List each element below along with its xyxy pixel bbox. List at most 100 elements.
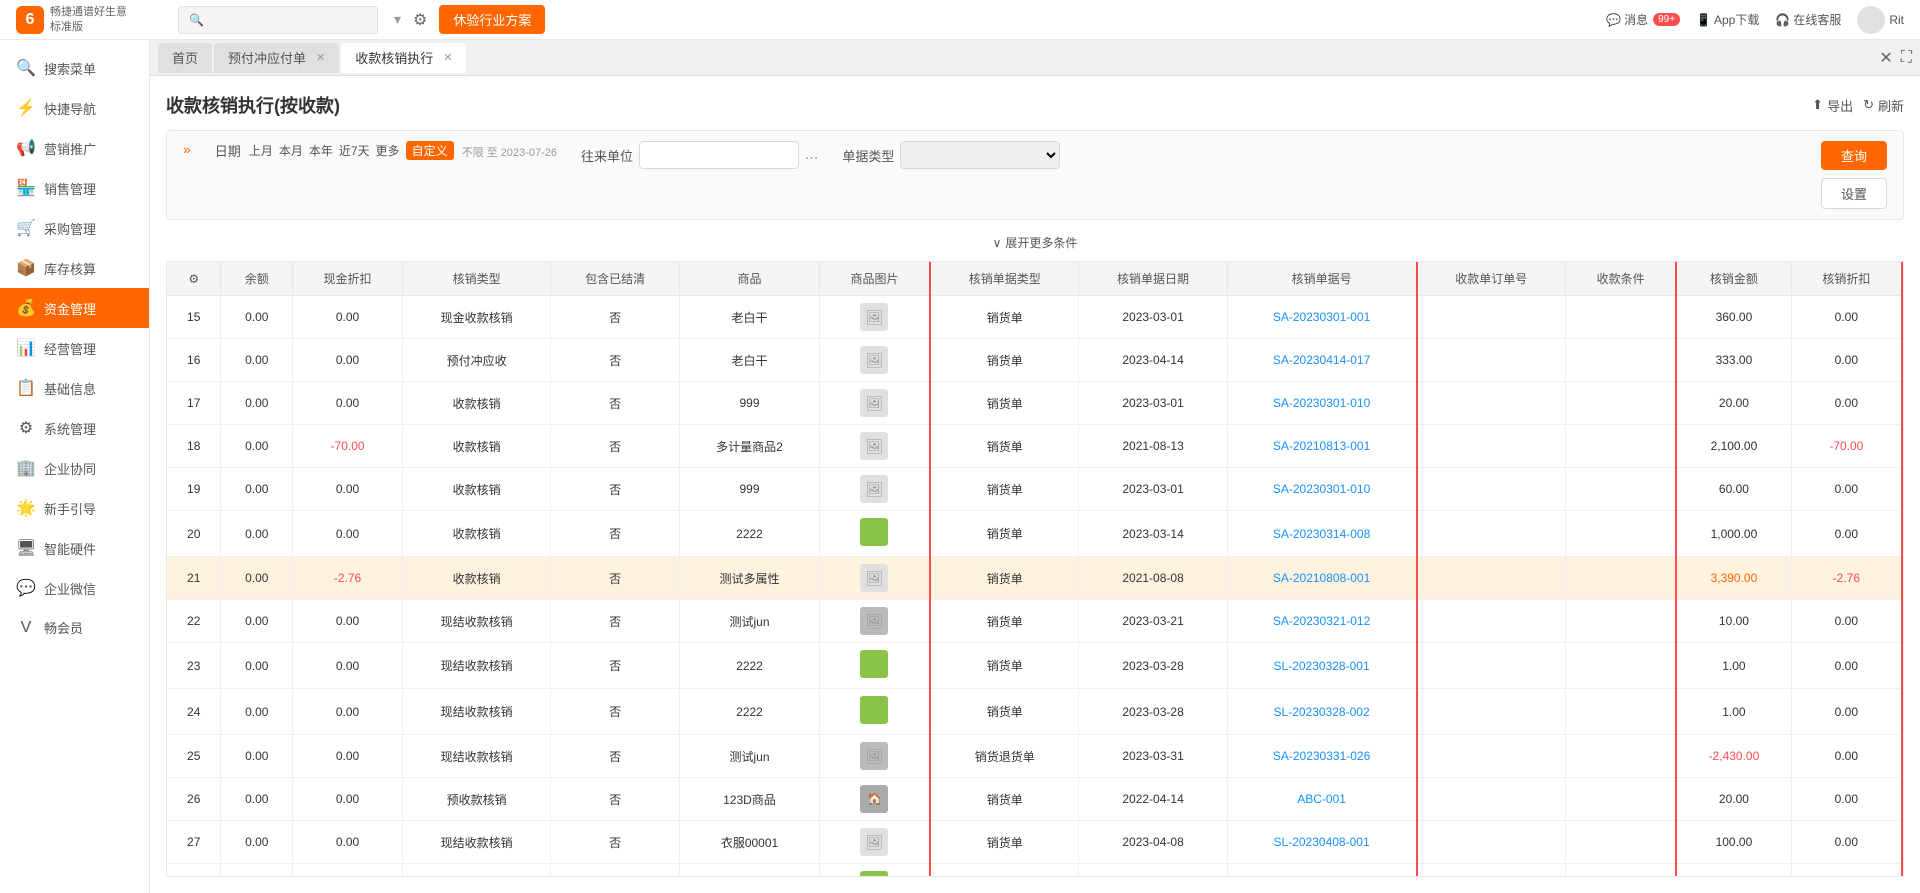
cell-9[interactable]: SA-20230301-010	[1227, 468, 1416, 511]
cell-3: 收款核销	[403, 468, 551, 511]
sidebar-item-operation[interactable]: 📊经营管理	[0, 328, 149, 368]
app-download-link[interactable]: 📱 App下载	[1696, 11, 1759, 28]
sidebar-item-system[interactable]: ⚙系统管理	[0, 408, 149, 448]
cell-4: 否	[551, 339, 680, 382]
doc-no-link[interactable]: SA-20230301-010	[1273, 482, 1370, 496]
industry-button[interactable]: 休验行业方案	[439, 5, 545, 34]
date-more[interactable]: 更多	[376, 142, 400, 159]
doc-no-link[interactable]: SL-20230408-001	[1274, 835, 1370, 849]
sidebar-item-shortcut[interactable]: ⚡快捷导航	[0, 88, 149, 128]
cell-9[interactable]: SA-20230314-008	[1227, 511, 1416, 557]
cell-1: 0.00	[221, 296, 293, 339]
cell-9[interactable]: SA-20210813-001	[1227, 425, 1416, 468]
date-range-display: 不限 至 2023-07-26	[462, 144, 557, 160]
type-select[interactable]	[900, 141, 1060, 169]
cell-9[interactable]: SL-20230328-002	[1227, 689, 1416, 735]
doc-no-link[interactable]: SA-20230414-017	[1273, 353, 1370, 367]
tab-receipt[interactable]: 收款核销执行✕	[341, 43, 466, 73]
sidebar-item-wechat[interactable]: 💬企业微信	[0, 568, 149, 608]
sidebar-label-basic: 基础信息	[44, 379, 96, 398]
message-link[interactable]: 💬 消息 99+	[1606, 11, 1680, 28]
doc-no-link[interactable]: SA-20230301-010	[1273, 396, 1370, 410]
sidebar-icon-operation: 📊	[16, 338, 36, 358]
doc-no-link[interactable]: SA-20230321-012	[1273, 614, 1370, 628]
date-this-month[interactable]: 本月	[279, 142, 303, 159]
sidebar-item-sales[interactable]: 🏪销售管理	[0, 168, 149, 208]
expand-icon: ∨	[993, 236, 1002, 250]
tab-home[interactable]: 首页	[158, 43, 212, 73]
cell-9[interactable]: SL-20230418-001	[1227, 864, 1416, 878]
cell-3: 现结收款核销	[403, 864, 551, 878]
cell-9[interactable]: SA-20230321-012	[1227, 600, 1416, 643]
cell-9[interactable]: SA-20230414-017	[1227, 339, 1416, 382]
date-7days[interactable]: 近7天	[339, 142, 370, 159]
cell-12: 2,100.00	[1676, 425, 1791, 468]
sidebar-item-enterprise[interactable]: 🏢企业协同	[0, 448, 149, 488]
search-box[interactable]: 🔍	[178, 6, 378, 34]
doc-no-link[interactable]: SA-20230301-001	[1273, 310, 1370, 324]
sidebar-item-member[interactable]: V畅会员	[0, 608, 149, 647]
sidebar-item-inventory[interactable]: 📦库存核算	[0, 248, 149, 288]
dropdown-arrow-icon[interactable]: ▾	[394, 11, 401, 28]
sidebar-item-marketing[interactable]: 📢营销推广	[0, 128, 149, 168]
tab-bar-expand[interactable]: ⛶	[1901, 49, 1912, 67]
export-button[interactable]: ⬆ 导出	[1812, 96, 1853, 115]
cell-7: 销货单	[930, 864, 1079, 878]
doc-no-link[interactable]: ABC-001	[1297, 792, 1346, 806]
table-row: 220.000.00现结收款核销否测试jun🖼销货单2023-03-21SA-2…	[167, 600, 1902, 643]
cell-6	[819, 643, 930, 689]
cell-1: 0.00	[221, 511, 293, 557]
cell-8: 2023-03-01	[1079, 296, 1227, 339]
refresh-button[interactable]: ↻ 刷新	[1863, 96, 1904, 115]
doc-no-link[interactable]: SA-20210808-001	[1273, 571, 1370, 585]
cell-6: 🖼	[819, 425, 930, 468]
cell-9[interactable]: ABC-001	[1227, 778, 1416, 821]
cell-6: 🖼	[819, 468, 930, 511]
cell-9[interactable]: SA-20230301-001	[1227, 296, 1416, 339]
doc-no-link[interactable]: SA-20230331-026	[1273, 749, 1370, 763]
user-menu[interactable]: Rit	[1857, 6, 1904, 34]
sidebar-icon-newbie: 🌟	[16, 498, 36, 518]
tab-close-receipt[interactable]: ✕	[443, 51, 452, 64]
cell-4: 否	[551, 511, 680, 557]
date-this-year[interactable]: 本年	[309, 142, 333, 159]
sidebar-item-hardware[interactable]: 🖥智能硬件	[0, 528, 149, 568]
headset-icon: 🎧	[1775, 13, 1790, 27]
cell-5: 999	[680, 382, 820, 425]
cell-7: 销货单	[930, 600, 1079, 643]
cell-10	[1417, 511, 1566, 557]
gear-icon[interactable]: ⚙	[413, 10, 427, 30]
expand-more-button[interactable]: ∨ 展开更多条件	[985, 230, 1086, 255]
filter-bar: » 日期 上月 本月 本年 近7天 更多 自定义 不限 至 2023-07-26	[166, 130, 1904, 220]
doc-no-link[interactable]: SA-20210813-001	[1273, 439, 1370, 453]
online-service-link[interactable]: 🎧 在线客服	[1775, 11, 1841, 28]
cell-1: 0.00	[221, 468, 293, 511]
date-custom-active[interactable]: 自定义	[406, 141, 454, 160]
cell-9[interactable]: SL-20230328-001	[1227, 643, 1416, 689]
sidebar-icon-member: V	[16, 619, 36, 637]
tab-prepay[interactable]: 预付冲应付单✕	[214, 43, 339, 73]
unit-dots[interactable]: ...	[805, 146, 818, 164]
setting-button[interactable]: 设置	[1821, 178, 1887, 209]
cell-9[interactable]: SA-20230331-026	[1227, 735, 1416, 778]
doc-no-link[interactable]: SL-20230328-002	[1274, 705, 1370, 719]
cell-9[interactable]: SA-20210808-001	[1227, 557, 1416, 600]
sidebar-item-purchase[interactable]: 🛒采购管理	[0, 208, 149, 248]
sidebar-item-newbie[interactable]: 🌟新手引导	[0, 488, 149, 528]
cell-9[interactable]: SL-20230408-001	[1227, 821, 1416, 864]
query-button[interactable]: 查询	[1821, 141, 1887, 170]
unit-input[interactable]	[639, 141, 799, 169]
doc-no-link[interactable]: SA-20230314-008	[1273, 527, 1370, 541]
sidebar-item-capital[interactable]: 💰资金管理	[0, 288, 149, 328]
date-last-month[interactable]: 上月	[249, 142, 273, 159]
sidebar-item-search[interactable]: 🔍搜索菜单	[0, 48, 149, 88]
doc-no-link[interactable]: SL-20230328-001	[1274, 659, 1370, 673]
col-header-5: 商品	[680, 262, 820, 296]
tab-close-prepay[interactable]: ✕	[316, 51, 325, 64]
tab-bar: 首页预付冲应付单✕收款核销执行✕✕ ⛶	[150, 40, 1920, 76]
tab-bar-right-close[interactable]: ✕	[1879, 48, 1892, 68]
cell-2: -70.00	[293, 425, 403, 468]
filter-collapse-icon[interactable]: »	[183, 141, 191, 157]
sidebar-item-basic[interactable]: 📋基础信息	[0, 368, 149, 408]
cell-9[interactable]: SA-20230301-010	[1227, 382, 1416, 425]
